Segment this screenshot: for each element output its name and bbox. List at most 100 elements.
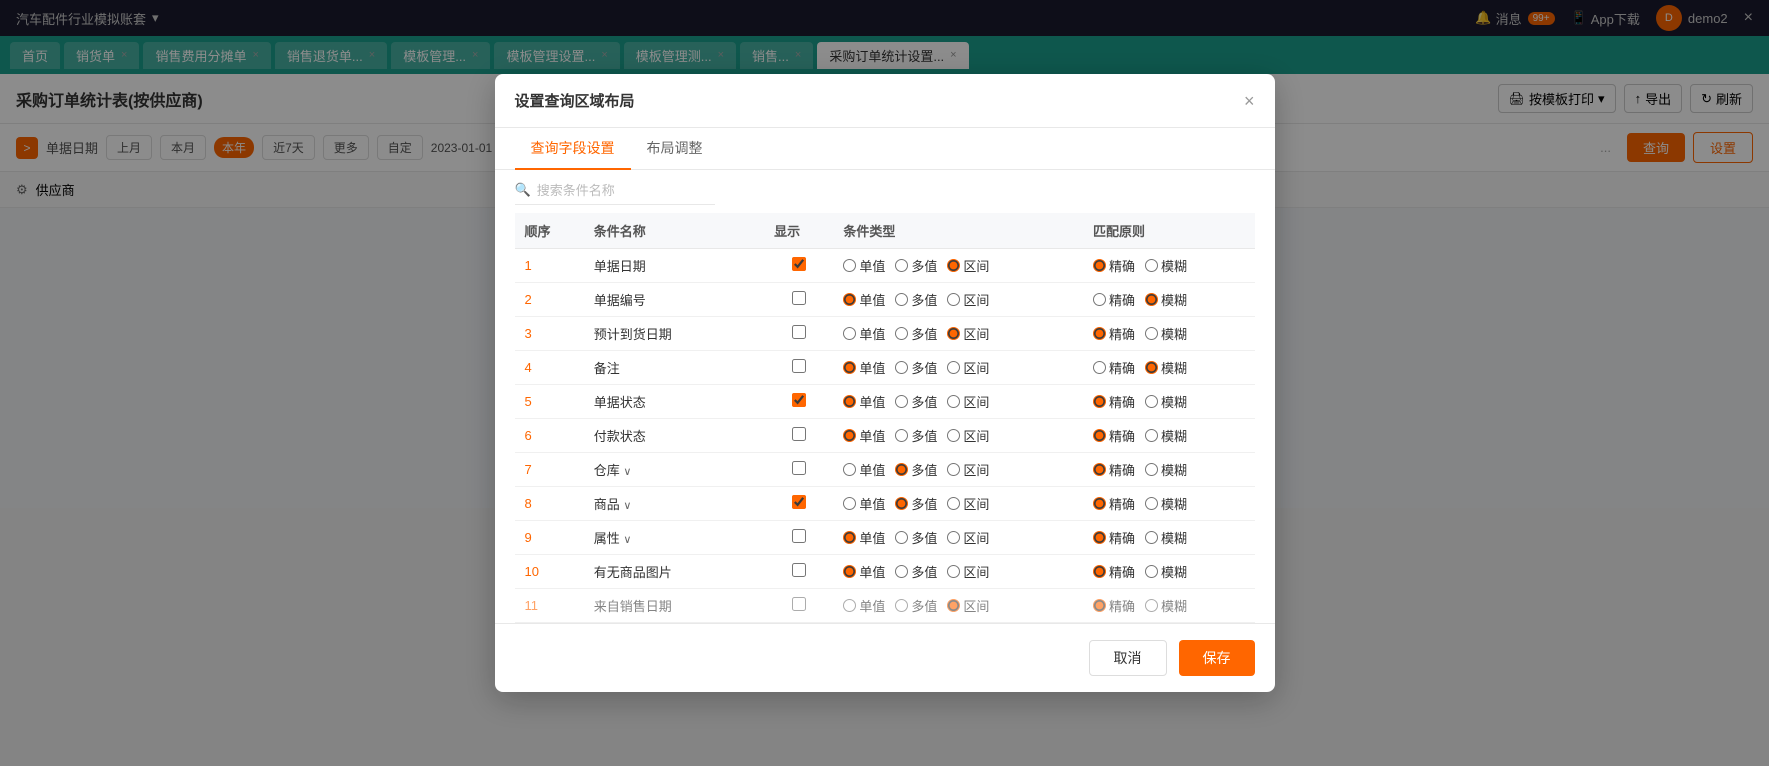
match-radio-option[interactable]: 模糊 <box>1145 596 1187 615</box>
display-checkbox[interactable] <box>792 291 806 305</box>
type-radio-option[interactable]: 区间 <box>947 562 989 581</box>
type-radio-option[interactable]: 多值 <box>895 392 937 411</box>
tab-field-settings[interactable]: 查询字段设置 <box>515 128 631 170</box>
tab-layout-adjust[interactable]: 布局调整 <box>631 128 719 170</box>
match-radio-option[interactable]: 模糊 <box>1145 494 1187 513</box>
type-radio-option[interactable]: 单值 <box>843 562 885 581</box>
type-radio-option[interactable]: 区间 <box>947 426 989 445</box>
match-radio-option[interactable]: 精确 <box>1093 256 1135 275</box>
match-radio-option[interactable]: 模糊 <box>1145 562 1187 581</box>
search-input[interactable] <box>537 183 697 198</box>
match-radio-option[interactable]: 精确 <box>1093 392 1135 411</box>
type-radio-option[interactable]: 多值 <box>895 256 937 275</box>
row-display-checkbox[interactable] <box>764 283 833 317</box>
row-condition-name: 商品 ∨ <box>584 487 764 521</box>
type-radio-option[interactable]: 多值 <box>895 460 937 479</box>
display-checkbox[interactable] <box>792 563 806 577</box>
row-order: 11 <box>515 589 584 623</box>
type-radio-option[interactable]: 单值 <box>843 528 885 547</box>
row-display-checkbox[interactable] <box>764 351 833 385</box>
cancel-btn[interactable]: 取消 <box>1089 640 1167 676</box>
match-radio-option[interactable]: 精确 <box>1093 596 1135 615</box>
type-radio-option[interactable]: 区间 <box>947 460 989 479</box>
match-radio-option[interactable]: 精确 <box>1093 562 1135 581</box>
type-radio-option[interactable]: 多值 <box>895 562 937 581</box>
table-row: 6付款状态单值多值区间精确模糊 <box>515 419 1255 453</box>
match-radio-option[interactable]: 模糊 <box>1145 256 1187 275</box>
save-btn[interactable]: 保存 <box>1179 640 1255 676</box>
display-checkbox[interactable] <box>792 427 806 441</box>
row-match-radio: 精确模糊 <box>1083 351 1255 385</box>
type-radio-option[interactable]: 单值 <box>843 494 885 513</box>
row-type-radio: 单值多值区间 <box>833 351 1083 385</box>
display-checkbox[interactable] <box>792 393 806 407</box>
display-checkbox[interactable] <box>792 359 806 373</box>
col-type: 条件类型 <box>833 213 1083 249</box>
type-radio-option[interactable]: 单值 <box>843 596 885 615</box>
row-type-radio: 单值多值区间 <box>833 419 1083 453</box>
type-radio-option[interactable]: 区间 <box>947 256 989 275</box>
type-radio-option[interactable]: 区间 <box>947 528 989 547</box>
type-radio-option[interactable]: 区间 <box>947 358 989 377</box>
type-radio-option[interactable]: 多值 <box>895 596 937 615</box>
display-checkbox[interactable] <box>792 529 806 543</box>
row-display-checkbox[interactable] <box>764 419 833 453</box>
display-checkbox[interactable] <box>792 325 806 339</box>
type-radio-option[interactable]: 单值 <box>843 256 885 275</box>
row-display-checkbox[interactable] <box>764 453 833 487</box>
match-radio-option[interactable]: 精确 <box>1093 528 1135 547</box>
display-checkbox[interactable] <box>792 461 806 475</box>
col-order: 顺序 <box>515 213 584 249</box>
row-type-radio: 单值多值区间 <box>833 317 1083 351</box>
display-checkbox[interactable] <box>792 257 806 271</box>
row-match-radio: 精确模糊 <box>1083 487 1255 521</box>
type-radio-option[interactable]: 多值 <box>895 494 937 513</box>
match-radio-option[interactable]: 模糊 <box>1145 392 1187 411</box>
row-order: 4 <box>515 351 584 385</box>
modal-close-btn[interactable]: × <box>1244 92 1255 110</box>
modal-tabs: 查询字段设置 布局调整 <box>495 128 1275 170</box>
row-display-checkbox[interactable] <box>764 487 833 521</box>
row-condition-name: 有无商品图片 <box>584 555 764 589</box>
match-radio-option[interactable]: 精确 <box>1093 460 1135 479</box>
type-radio-option[interactable]: 区间 <box>947 392 989 411</box>
match-radio-option[interactable]: 精确 <box>1093 358 1135 377</box>
match-radio-option[interactable]: 模糊 <box>1145 290 1187 309</box>
row-display-checkbox[interactable] <box>764 385 833 419</box>
row-display-checkbox[interactable] <box>764 555 833 589</box>
table-row: 11来自销售日期单值多值区间精确模糊 <box>515 589 1255 623</box>
type-radio-option[interactable]: 区间 <box>947 324 989 343</box>
row-display-checkbox[interactable] <box>764 589 833 623</box>
type-radio-option[interactable]: 多值 <box>895 528 937 547</box>
type-radio-option[interactable]: 多值 <box>895 324 937 343</box>
match-radio-option[interactable]: 模糊 <box>1145 528 1187 547</box>
match-radio-option[interactable]: 模糊 <box>1145 460 1187 479</box>
row-display-checkbox[interactable] <box>764 317 833 351</box>
type-radio-option[interactable]: 区间 <box>947 290 989 309</box>
row-display-checkbox[interactable] <box>764 249 833 283</box>
type-radio-option[interactable]: 多值 <box>895 358 937 377</box>
type-radio-option[interactable]: 单值 <box>843 358 885 377</box>
type-radio-option[interactable]: 单值 <box>843 290 885 309</box>
display-checkbox[interactable] <box>792 597 806 611</box>
match-radio-option[interactable]: 精确 <box>1093 494 1135 513</box>
type-radio-option[interactable]: 单值 <box>843 324 885 343</box>
type-radio-option[interactable]: 多值 <box>895 426 937 445</box>
row-match-radio: 精确模糊 <box>1083 521 1255 555</box>
type-radio-option[interactable]: 单值 <box>843 392 885 411</box>
row-type-radio: 单值多值区间 <box>833 589 1083 623</box>
type-radio-option[interactable]: 区间 <box>947 494 989 513</box>
type-radio-option[interactable]: 多值 <box>895 290 937 309</box>
display-checkbox[interactable] <box>792 495 806 509</box>
match-radio-option[interactable]: 模糊 <box>1145 358 1187 377</box>
type-radio-option[interactable]: 区间 <box>947 596 989 615</box>
row-display-checkbox[interactable] <box>764 521 833 555</box>
match-radio-option[interactable]: 模糊 <box>1145 426 1187 445</box>
match-radio-option[interactable]: 精确 <box>1093 426 1135 445</box>
type-radio-option[interactable]: 单值 <box>843 460 885 479</box>
match-radio-option[interactable]: 精确 <box>1093 324 1135 343</box>
match-radio-option[interactable]: 模糊 <box>1145 324 1187 343</box>
search-icon: 🔍 <box>515 182 531 198</box>
type-radio-option[interactable]: 单值 <box>843 426 885 445</box>
match-radio-option[interactable]: 精确 <box>1093 290 1135 309</box>
